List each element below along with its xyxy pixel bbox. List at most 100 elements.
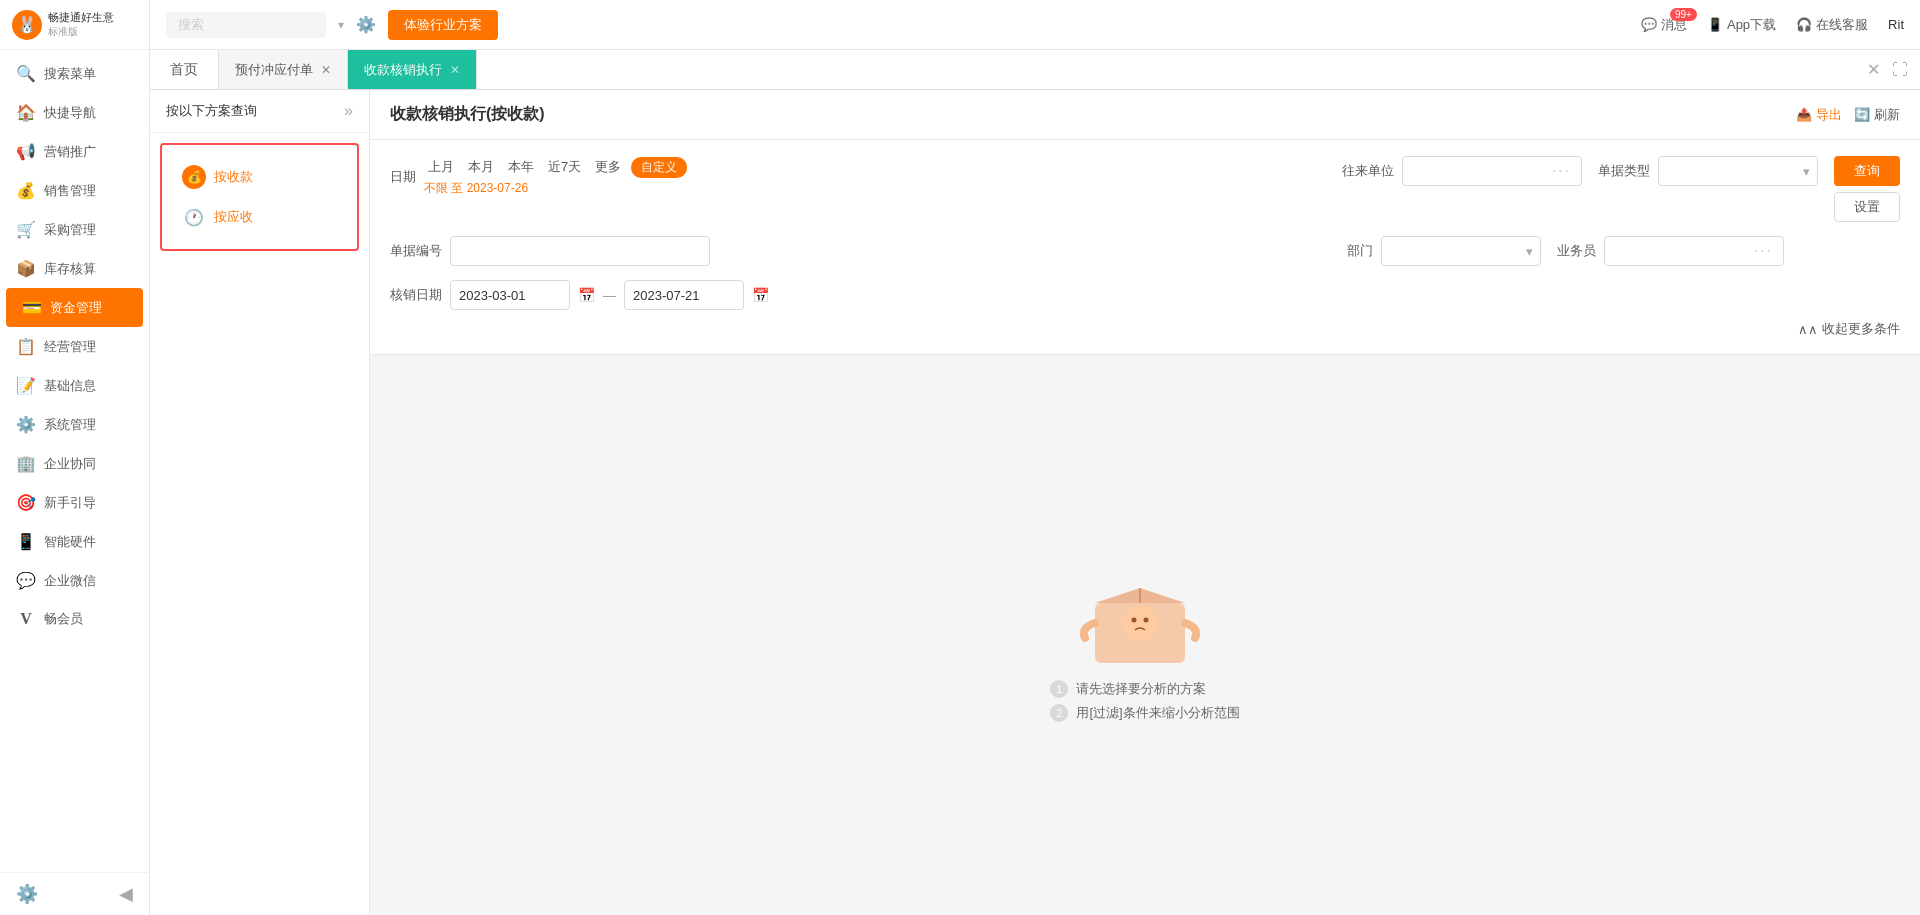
tab-prepay[interactable]: 预付冲应付单 ✕ xyxy=(219,50,348,89)
receipt-icon: 💰 xyxy=(182,165,206,189)
page-title: 收款核销执行(按收款) xyxy=(390,104,545,125)
date-btn-custom[interactable]: 自定义 xyxy=(631,157,687,178)
staff-field: 业务员 ··· xyxy=(1557,236,1784,266)
date-btn-7days[interactable]: 近7天 xyxy=(544,156,585,178)
sidebar-item-label: 畅会员 xyxy=(44,610,83,628)
tab-home-label: 首页 xyxy=(170,61,198,79)
sidebar-item-wechat[interactable]: 💬 企业微信 xyxy=(0,561,149,600)
date-separator: — xyxy=(603,288,616,303)
topbar-user[interactable]: Rit xyxy=(1888,17,1904,32)
query-button[interactable]: 查询 xyxy=(1834,156,1900,186)
writeoff-date-field: 核销日期 📅 — 📅 xyxy=(390,280,769,310)
writeoff-date-end-calendar-icon[interactable]: 📅 xyxy=(752,287,769,303)
left-panel: 按以下方案查询 » 💰 按收款 🕐 按应收 xyxy=(150,90,370,915)
filter-option-by-receipt[interactable]: 💰 按收款 xyxy=(178,157,341,197)
logo-icon: 🐰 xyxy=(12,10,42,40)
tab-close-btn[interactable]: ✕ xyxy=(1867,60,1880,79)
left-panel-title: 按以下方案查询 xyxy=(166,102,257,120)
topbar-app-download[interactable]: 📱 App下载 xyxy=(1707,16,1776,34)
step-1-num: 1 xyxy=(1050,680,1068,698)
dept-select[interactable] xyxy=(1381,236,1541,266)
tab-writeoff[interactable]: 收款核销执行 ✕ xyxy=(348,50,477,89)
filter-form: 日期 上月 本月 本年 近7天 更多 自定义 不限 至 2023-07-26 xyxy=(370,140,1920,355)
industry-btn[interactable]: 体验行业方案 xyxy=(388,10,498,40)
enterprise-icon: 🏢 xyxy=(16,454,36,473)
export-button[interactable]: 📤 导出 xyxy=(1796,106,1842,124)
sidebar-item-label: 企业微信 xyxy=(44,572,96,590)
sidebar-item-label: 资金管理 xyxy=(50,299,102,317)
member-icon: V xyxy=(16,610,36,628)
app-label: App下载 xyxy=(1727,16,1776,34)
marketing-icon: 📢 xyxy=(16,142,36,161)
sidebar-item-hardware[interactable]: 📱 智能硬件 xyxy=(0,522,149,561)
sidebar-item-operation[interactable]: 📋 经营管理 xyxy=(0,327,149,366)
tab-home[interactable]: 首页 xyxy=(150,50,219,89)
partner-dots-icon: ··· xyxy=(1552,162,1571,180)
collapse-row: ∧∧ 收起更多条件 xyxy=(390,320,1900,338)
page-header: 收款核销执行(按收款) 📤 导出 🔄 刷新 xyxy=(370,90,1920,140)
sidebar-item-enterprise[interactable]: 🏢 企业协同 xyxy=(0,444,149,483)
sidebar-item-guide[interactable]: 🎯 新手引导 xyxy=(0,483,149,522)
doc-type-select[interactable] xyxy=(1658,156,1818,186)
topbar-gear-icon[interactable]: ⚙️ xyxy=(356,15,376,34)
doc-type-label: 单据类型 xyxy=(1598,162,1650,180)
purchase-icon: 🛒 xyxy=(16,220,36,239)
settings-button[interactable]: 设置 xyxy=(1834,192,1900,222)
sidebar-item-label: 新手引导 xyxy=(44,494,96,512)
topbar-message[interactable]: 💬 消息 99+ xyxy=(1641,16,1687,34)
writeoff-date-start-calendar-icon[interactable]: 📅 xyxy=(578,287,595,303)
right-content: 收款核销执行(按收款) 📤 导出 🔄 刷新 xyxy=(370,90,1920,915)
filter-actions: 查询 设置 xyxy=(1834,156,1900,222)
dept-select-wrap xyxy=(1381,236,1541,266)
topbar-customer-service[interactable]: 🎧 在线客服 xyxy=(1796,16,1868,34)
sidebar-item-finance[interactable]: 💳 资金管理 xyxy=(6,288,143,327)
sidebar-item-member[interactable]: V 畅会员 xyxy=(0,600,149,638)
refresh-button[interactable]: 🔄 刷新 xyxy=(1854,106,1900,124)
date-btn-more[interactable]: 更多 xyxy=(591,156,625,178)
svg-point-1 xyxy=(1122,605,1158,641)
collapse-label: 收起更多条件 xyxy=(1822,320,1900,338)
tab-expand-btn[interactable]: ⛶ xyxy=(1892,61,1908,79)
sidebar-footer: ⚙️ ◀ xyxy=(0,872,149,915)
settings-icon[interactable]: ⚙️ xyxy=(16,883,38,905)
partner-label: 往来单位 xyxy=(1342,162,1394,180)
tab-prepay-label: 预付冲应付单 xyxy=(235,61,313,79)
sidebar-item-sales[interactable]: 💰 销售管理 xyxy=(0,171,149,210)
date-btn-thismonth[interactable]: 本月 xyxy=(464,156,498,178)
collapse-sidebar-icon[interactable]: ◀ xyxy=(119,883,133,905)
sidebar-item-purchase[interactable]: 🛒 采购管理 xyxy=(0,210,149,249)
message-icon: 💬 xyxy=(1641,17,1657,32)
date-btn-thisyear[interactable]: 本年 xyxy=(504,156,538,178)
filter-option-by-receivable[interactable]: 🕐 按应收 xyxy=(178,197,341,237)
sidebar-item-quicknav[interactable]: 🏠 快捷导航 xyxy=(0,93,149,132)
staff-input[interactable]: ··· xyxy=(1604,236,1784,266)
partner-input[interactable]: ··· xyxy=(1402,156,1582,186)
writeoff-date-start-input[interactable] xyxy=(450,280,570,310)
step-1-text: 请先选择要分析的方案 xyxy=(1076,680,1206,698)
sidebar-nav: 🔍 搜索菜单 🏠 快捷导航 📢 营销推广 💰 销售管理 🛒 采购管理 📦 库存核… xyxy=(0,50,149,872)
sidebar-item-label: 搜索菜单 xyxy=(44,65,96,83)
dept-field: 部门 xyxy=(1347,236,1541,266)
docno-input[interactable] xyxy=(450,236,710,266)
sidebar-item-search[interactable]: 🔍 搜索菜单 xyxy=(0,54,149,93)
user-label: Rit xyxy=(1888,17,1904,32)
topbar-dropdown-icon[interactable]: ▾ xyxy=(338,18,344,32)
sidebar-item-basic[interactable]: 📝 基础信息 xyxy=(0,366,149,405)
empty-state: 1 请先选择要分析的方案 2 用[过滤]条件来缩小分析范围 xyxy=(370,355,1920,915)
tab-writeoff-close[interactable]: ✕ xyxy=(450,63,460,77)
date-label: 日期 xyxy=(390,168,416,186)
date-btn-lastmonth[interactable]: 上月 xyxy=(424,156,458,178)
sidebar-item-inventory[interactable]: 📦 库存核算 xyxy=(0,249,149,288)
app-icon: 📱 xyxy=(1707,17,1723,32)
sidebar-item-marketing[interactable]: 📢 营销推广 xyxy=(0,132,149,171)
writeoff-date-label: 核销日期 xyxy=(390,286,442,304)
sidebar-item-label: 经营管理 xyxy=(44,338,96,356)
tab-prepay-close[interactable]: ✕ xyxy=(321,63,331,77)
left-panel-collapse-icon[interactable]: » xyxy=(344,102,353,120)
writeoff-date-end-input[interactable] xyxy=(624,280,744,310)
dept-label: 部门 xyxy=(1347,242,1373,260)
date-range-text: 不限 至 2023-07-26 xyxy=(424,180,687,197)
collapse-conditions-btn[interactable]: ∧∧ 收起更多条件 xyxy=(1798,320,1900,338)
home-icon: 🏠 xyxy=(16,103,36,122)
sidebar-item-system[interactable]: ⚙️ 系统管理 xyxy=(0,405,149,444)
